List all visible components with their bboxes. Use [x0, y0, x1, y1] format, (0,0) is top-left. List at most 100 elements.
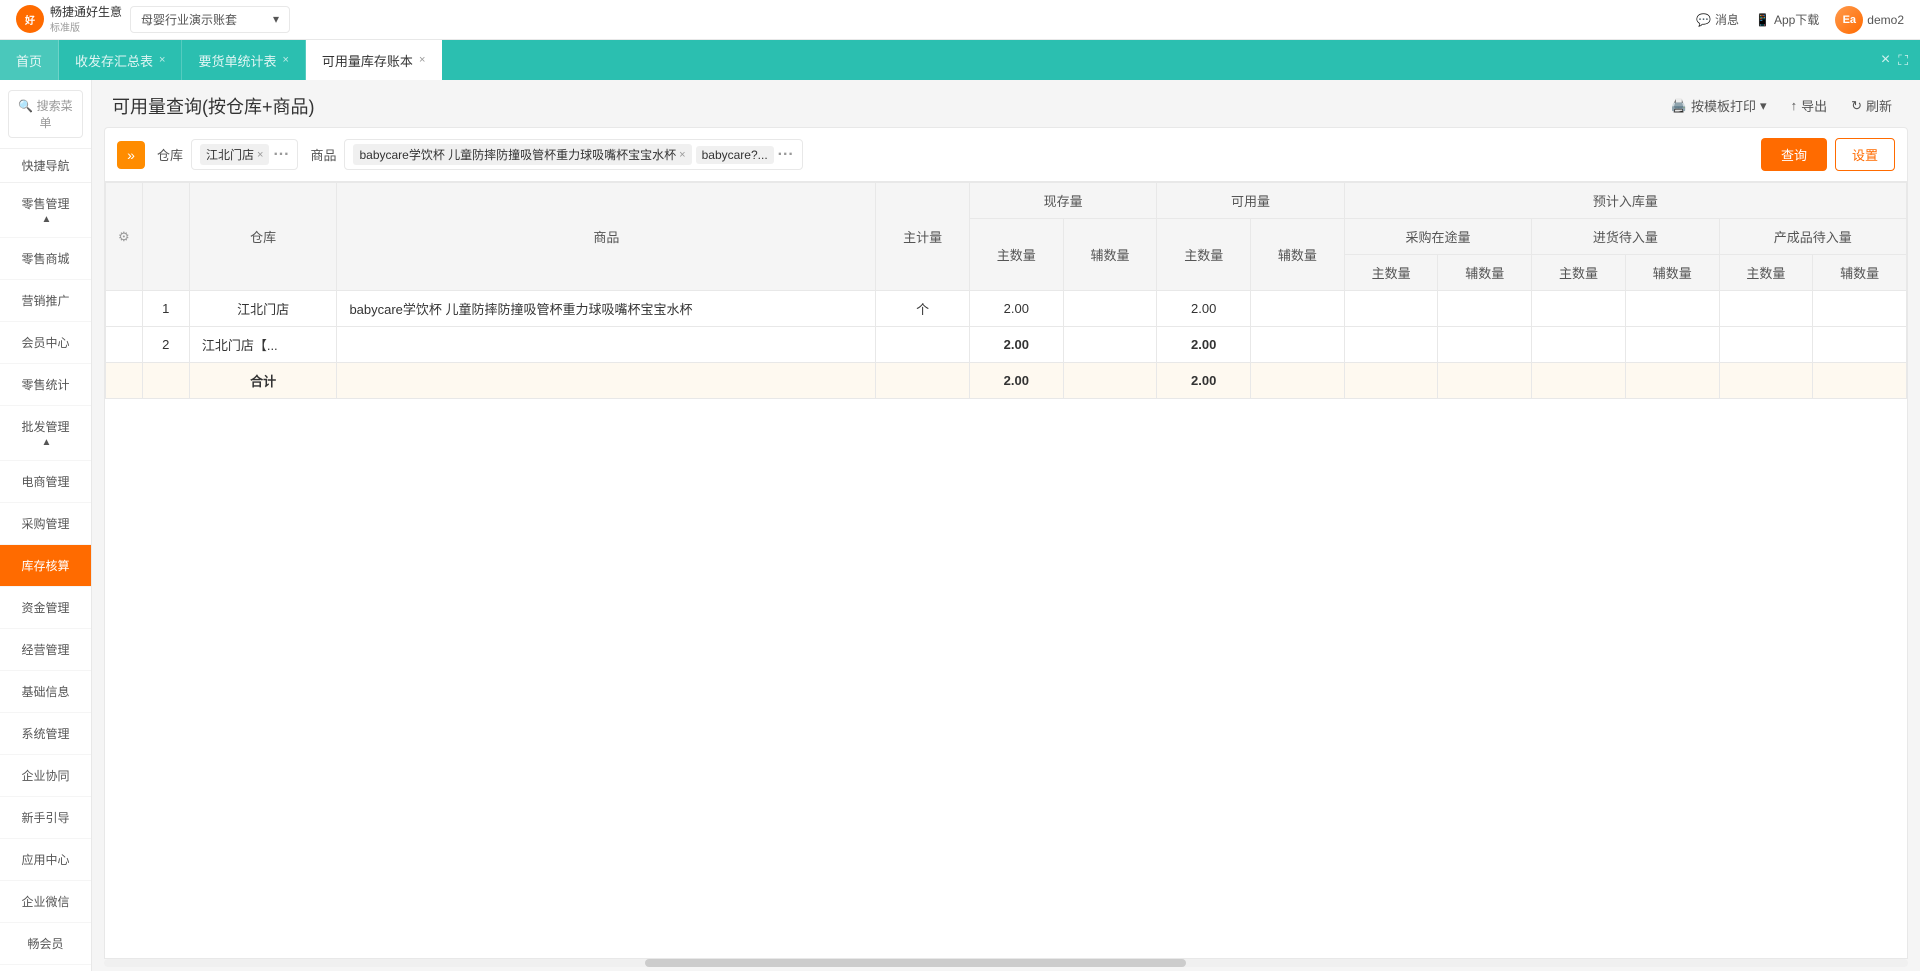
nav-tabs: 首页 收发存汇总表 × 要货单统计表 × 可用量库存账本 × × ⛶ — [0, 40, 1920, 80]
footer-stock-main: 2.00 — [969, 363, 1063, 399]
warehouse-filter-value[interactable]: 江北门店 × ··· — [191, 139, 298, 170]
settings-col-header: ⚙ — [106, 183, 143, 291]
settings-table-icon[interactable]: ⚙ — [118, 229, 130, 244]
tab-receive-send-label: 收发存汇总表 — [75, 51, 153, 70]
sidebar-item-member[interactable]: 会员中心 — [0, 322, 91, 364]
refresh-btn[interactable]: ↻ 刷新 — [1843, 92, 1900, 119]
sidebar-item-retail-shop-label: 零售商城 — [21, 250, 69, 267]
scroll-thumb[interactable] — [645, 959, 1186, 967]
industry-selector[interactable]: 母婴行业演示账套 ▾ — [130, 6, 290, 33]
row-settings-1 — [106, 291, 143, 327]
inbound-aux-header: 辅数量 — [1625, 255, 1719, 291]
warehouse-filter: 仓库 江北门店 × ··· — [157, 139, 298, 170]
sidebar-item-system-label: 系统管理 — [21, 725, 69, 742]
user-area[interactable]: Ea demo2 — [1835, 6, 1904, 34]
tab-order-stats-label: 要货单统计表 — [198, 51, 276, 70]
sidebar-item-vip[interactable]: 畅会员 — [0, 923, 91, 965]
table-wrapper: ⚙ 仓库 商品 主计量 现存量 可用量 预计入库量 主数量 辅数量 主数量 — [104, 182, 1908, 959]
unit-col-header: 主计量 — [876, 183, 970, 291]
warehouse-tag-remove[interactable]: × — [257, 149, 263, 161]
stock-main-header: 主数量 — [969, 219, 1063, 291]
sidebar-item-retail-mgmt-label: 零售管理 — [21, 195, 69, 212]
sidebar-item-inventory[interactable]: 库存核算 — [0, 545, 91, 587]
close-order-stats-icon[interactable]: × — [282, 54, 288, 66]
product-filter-value[interactable]: babycare学饮杯 儿童防摔防撞吸管杯重力球吸嘴杯宝宝水杯 × babyca… — [344, 139, 802, 170]
top-bar: 好 畅捷通好生意 标准版 母婴行业演示账套 ▾ 💬 消息 📱 App下载 Ea … — [0, 0, 1920, 40]
message-btn[interactable]: 💬 消息 — [1696, 11, 1739, 28]
close-receive-send-icon[interactable]: × — [159, 54, 165, 66]
sidebar-item-newbie[interactable]: 新手引导 — [0, 797, 91, 839]
sidebar-item-system[interactable]: 系统管理 — [0, 713, 91, 755]
sidebar-item-marketing[interactable]: 营销推广 — [0, 280, 91, 322]
available-main-header: 主数量 — [1157, 219, 1251, 291]
filter-toggle-btn[interactable]: » — [117, 141, 145, 169]
row-product-1: babycare学饮杯 儿童防摔防撞吸管杯重力球吸嘴杯宝宝水杯 — [337, 291, 876, 327]
query-btn[interactable]: 查询 — [1761, 138, 1827, 171]
warehouse-tag-text: 江北门店 — [206, 146, 254, 163]
sidebar-item-operations[interactable]: 经营管理 — [0, 629, 91, 671]
footer-purchase-main — [1344, 363, 1438, 399]
refresh-icon: ↻ — [1851, 98, 1862, 114]
sidebar-item-finance[interactable]: 资金管理 — [0, 587, 91, 629]
sidebar-item-enterprise[interactable]: 企业协同 — [0, 755, 91, 797]
print-icon: 🖨️ — [1671, 98, 1687, 114]
chevron-right-icon: » — [127, 147, 135, 163]
row-purchase-main-2 — [1344, 327, 1438, 363]
sidebar-item-wholesale[interactable]: 批发管理 ▲ — [0, 406, 91, 461]
sidebar-item-finance-label: 资金管理 — [21, 599, 69, 616]
app-download-btn[interactable]: 📱 App下载 — [1755, 11, 1819, 28]
print-chevron-icon: ▾ — [1760, 98, 1767, 114]
horizontal-scrollbar[interactable] — [104, 959, 1908, 967]
footer-label: 合计 — [189, 363, 337, 399]
chevron-down-icon: ▾ — [273, 12, 279, 26]
close-available-stock-icon[interactable]: × — [419, 54, 425, 66]
product-filter-label: 商品 — [310, 145, 336, 164]
sidebar-item-basic-info[interactable]: 基础信息 — [0, 671, 91, 713]
sidebar-item-enterprise-wechat[interactable]: 企业微信 — [0, 881, 91, 923]
production-group-header: 产成品待入量 — [1719, 219, 1906, 255]
warehouse-more-btn[interactable]: ··· — [273, 146, 289, 164]
print-btn[interactable]: 🖨️ 按模板打印 ▾ — [1663, 92, 1775, 119]
forecast-group-header: 预计入库量 — [1344, 183, 1906, 219]
row-production-aux-1 — [1813, 291, 1907, 327]
app-download-label: App下载 — [1774, 11, 1819, 28]
product-col-header: 商品 — [337, 183, 876, 291]
nav-close-btn[interactable]: × — [1881, 51, 1890, 69]
top-bar-right: 💬 消息 📱 App下载 Ea demo2 — [1696, 6, 1904, 34]
stock-group-header: 现存量 — [969, 183, 1156, 219]
sidebar-item-app-center[interactable]: 应用中心 — [0, 839, 91, 881]
product-more-btn[interactable]: ··· — [778, 146, 794, 164]
row-stock-aux-2 — [1063, 327, 1157, 363]
rownum-col-header — [142, 183, 189, 291]
product-tag-1-remove[interactable]: × — [679, 149, 685, 161]
logo-icon: 好 — [16, 5, 44, 33]
row-production-main-2 — [1719, 327, 1813, 363]
tab-receive-send[interactable]: 收发存汇总表 × — [59, 40, 182, 80]
export-btn[interactable]: ↑ 导出 — [1783, 92, 1836, 119]
tab-home[interactable]: 首页 — [0, 40, 59, 80]
nav-expand-btn[interactable]: ⛶ — [1898, 52, 1908, 69]
tab-order-stats[interactable]: 要货单统计表 × — [182, 40, 305, 80]
quick-nav-btn[interactable]: 快捷导航 — [0, 149, 91, 183]
sidebar-item-purchase[interactable]: 采购管理 — [0, 503, 91, 545]
sidebar-item-retail-shop[interactable]: 零售商城 — [0, 238, 91, 280]
export-label: 导出 — [1801, 96, 1827, 115]
sidebar-item-enterprise-label: 企业协同 — [21, 767, 69, 784]
sidebar-item-member-label: 会员中心 — [21, 334, 69, 351]
tab-available-stock[interactable]: 可用量库存账本 × — [306, 40, 442, 80]
sidebar-item-purchase-label: 采购管理 — [21, 515, 69, 532]
sidebar-item-wholesale-label: 批发管理 — [21, 418, 69, 435]
sidebar-item-retail-stats[interactable]: 零售统计 — [0, 364, 91, 406]
row-stock-main-1: 2.00 — [969, 291, 1063, 327]
search-menu-btn[interactable]: 🔍 搜索菜单 — [8, 90, 83, 138]
main-layout: 🔍 搜索菜单 快捷导航 零售管理 ▲ 零售商城 营销推广 会员中心 零售统计 批… — [0, 80, 1920, 971]
row-inbound-aux-2 — [1625, 327, 1719, 363]
footer-product — [337, 363, 876, 399]
settings-btn[interactable]: 设置 — [1835, 138, 1895, 171]
stock-aux-header: 辅数量 — [1063, 219, 1157, 291]
row-purchase-main-1 — [1344, 291, 1438, 327]
table-row: 2 江北门店【... 2.00 2.00 — [106, 327, 1907, 363]
username-label: demo2 — [1867, 13, 1904, 27]
sidebar-item-ecommerce[interactable]: 电商管理 — [0, 461, 91, 503]
sidebar-item-retail-mgmt[interactable]: 零售管理 ▲ — [0, 183, 91, 238]
